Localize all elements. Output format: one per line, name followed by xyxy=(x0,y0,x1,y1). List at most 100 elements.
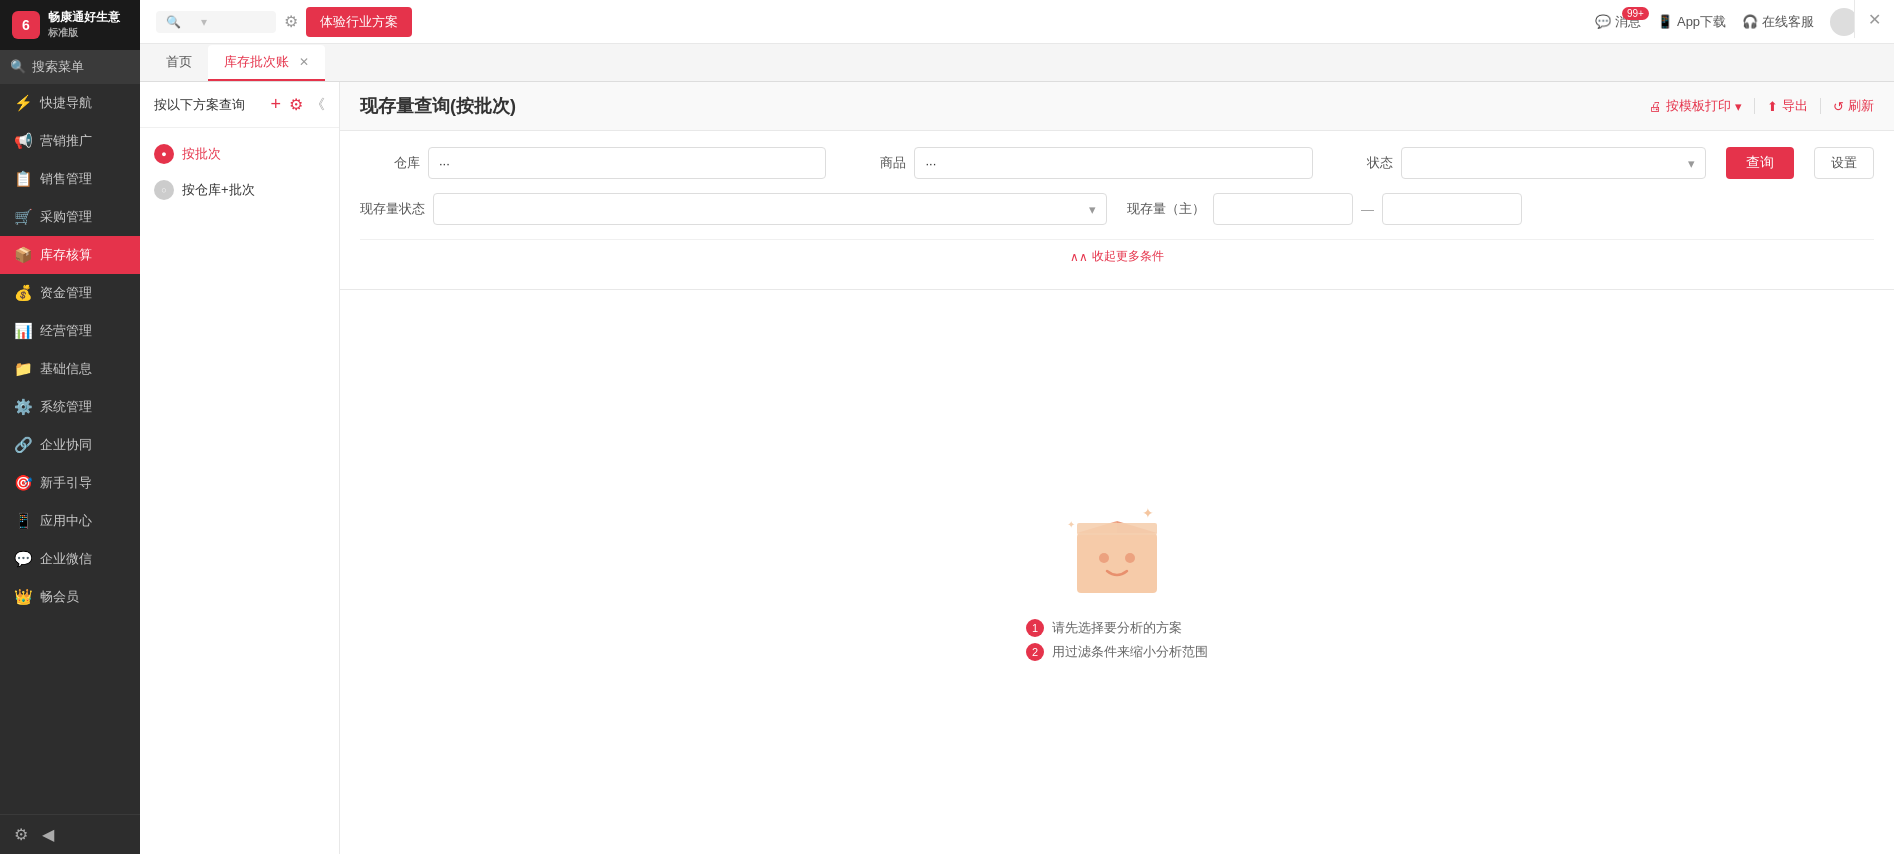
refresh-button[interactable]: ↺ 刷新 xyxy=(1833,97,1874,115)
sidebar-item-label: 库存核算 xyxy=(40,246,92,264)
scheme-panel: 按以下方案查询 + ⚙ 《 ● 按批次 ○ 按仓库+批次 xyxy=(140,82,340,854)
trial-button[interactable]: 体验行业方案 xyxy=(306,7,412,37)
app-download-label: App下载 xyxy=(1677,13,1726,31)
warehouse-dots: ··· xyxy=(439,156,450,171)
stock-status-label: 现存量状态 xyxy=(360,200,425,218)
sidebar-item-label: 系统管理 xyxy=(40,398,92,416)
online-service-label: 在线客服 xyxy=(1762,13,1814,31)
sidebar-item-system[interactable]: ⚙️ 系统管理 xyxy=(0,388,140,426)
sidebar-header: 6 畅康通好生意 标准版 xyxy=(0,0,140,50)
tab-batch-ledger[interactable]: 库存批次账 ✕ xyxy=(208,45,325,81)
sidebar-item-label: 基础信息 xyxy=(40,360,92,378)
export-button[interactable]: ⬆ 导出 xyxy=(1767,97,1808,115)
warehouse-input[interactable]: ··· xyxy=(428,147,826,179)
sidebar-item-purchase[interactable]: 🛒 采购管理 xyxy=(0,198,140,236)
scheme-collapse-button[interactable]: 《 xyxy=(311,96,325,114)
query-button[interactable]: 查询 xyxy=(1726,147,1794,179)
sidebar-nav: ⚡ 快捷导航 📢 营销推广 📋 销售管理 🛒 采购管理 📦 库存核算 💰 资金管… xyxy=(0,84,140,814)
warehouse-field: 仓库 ··· xyxy=(360,147,826,179)
settings-button[interactable]: 设置 xyxy=(1814,147,1874,179)
collapse-conditions-button[interactable]: ∧∧ 收起更多条件 xyxy=(360,239,1874,273)
query-area: 现存量查询(按批次) 🖨 按模板打印 ▾ ⬆ 导出 ↺ 刷 xyxy=(340,82,1894,854)
messages-button[interactable]: 💬 消息 99+ xyxy=(1595,13,1641,31)
sidebar-item-finance[interactable]: 💰 资金管理 xyxy=(0,274,140,312)
settings-icon[interactable]: ⚙ xyxy=(284,12,298,31)
sidebar-item-label: 营销推广 xyxy=(40,132,92,150)
search-icon: 🔍 xyxy=(166,15,181,29)
collapse-icon: ∧∧ xyxy=(1070,250,1088,264)
refresh-icon: ↺ xyxy=(1833,99,1844,114)
page-header: 现存量查询(按批次) 🖨 按模板打印 ▾ ⬆ 导出 ↺ 刷 xyxy=(340,82,1894,131)
search-icon: 🔍 xyxy=(10,59,26,74)
topbar: 🔍 ▾ ⚙ 体验行业方案 💬 消息 99+ 📱 App下载 🎧 在线客服 xyxy=(140,0,1894,44)
system-icon: ⚙️ xyxy=(14,398,32,416)
step1-num: 1 xyxy=(1026,619,1044,637)
messages-badge: 99+ xyxy=(1622,7,1649,20)
stock-qty-to[interactable] xyxy=(1382,193,1522,225)
message-icon: 💬 xyxy=(1595,14,1611,29)
tab-home[interactable]: 首页 xyxy=(150,45,208,81)
svg-rect-0 xyxy=(1077,533,1157,593)
status-select[interactable]: ▾ xyxy=(1401,147,1706,179)
sales-icon: 📋 xyxy=(14,170,32,188)
filter-row-1: 仓库 ··· 商品 ··· 状态 xyxy=(360,147,1874,179)
scheme-item-by-batch[interactable]: ● 按批次 xyxy=(140,136,339,172)
panel-close-button[interactable]: ✕ xyxy=(1854,0,1894,38)
sidebar-item-operations[interactable]: 📊 经营管理 xyxy=(0,312,140,350)
print-template-label: 按模板打印 xyxy=(1666,97,1731,115)
product-input[interactable]: ··· xyxy=(914,147,1312,179)
empty-state: ✦ ✦ 1 请先选择要分析的方案 2 用过滤条件来缩小分析范围 xyxy=(340,290,1894,854)
collapse-sidebar-button[interactable]: ◀ xyxy=(42,825,54,844)
divider2 xyxy=(1820,98,1821,114)
print-template-button[interactable]: 🖨 按模板打印 ▾ xyxy=(1649,97,1742,115)
topbar-search-box[interactable]: 🔍 ▾ xyxy=(156,11,276,33)
scheme-item-by-warehouse-batch[interactable]: ○ 按仓库+批次 xyxy=(140,172,339,208)
settings-button[interactable]: ⚙ xyxy=(14,825,28,844)
stock-status-select[interactable]: ▾ xyxy=(433,193,1107,225)
stock-qty-field: 现存量（主） — xyxy=(1127,193,1874,225)
add-scheme-button[interactable]: + xyxy=(270,94,281,115)
content-area: 按以下方案查询 + ⚙ 《 ● 按批次 ○ 按仓库+批次 xyxy=(140,82,1894,854)
sidebar-item-apps[interactable]: 📱 应用中心 xyxy=(0,502,140,540)
apps-icon: 📱 xyxy=(14,512,32,530)
quick-nav-icon: ⚡ xyxy=(14,94,32,112)
sidebar-item-basics[interactable]: 📁 基础信息 xyxy=(0,350,140,388)
sidebar-item-member[interactable]: 👑 畅会员 xyxy=(0,578,140,616)
scheme-header-actions: + ⚙ 《 xyxy=(270,94,325,115)
sidebar-item-sales[interactable]: 📋 销售管理 xyxy=(0,160,140,198)
inventory-icon: 📦 xyxy=(14,246,32,264)
warehouse-label: 仓库 xyxy=(360,154,420,172)
product-label: 商品 xyxy=(846,154,906,172)
sidebar-search[interactable]: 🔍 搜索菜单 xyxy=(0,50,140,84)
sidebar-item-enterprise[interactable]: 🔗 企业协同 xyxy=(0,426,140,464)
tab-home-label: 首页 xyxy=(166,54,192,69)
filter-row-2: 现存量状态 ▾ 现存量（主） — xyxy=(360,193,1874,225)
scheme-header-title: 按以下方案查询 xyxy=(154,96,245,114)
headset-icon: 🎧 xyxy=(1742,14,1758,29)
finance-icon: 💰 xyxy=(14,284,32,302)
svg-point-3 xyxy=(1125,553,1135,563)
sidebar-item-newbie[interactable]: 🎯 新手引导 xyxy=(0,464,140,502)
step2-text: 用过滤条件来缩小分析范围 xyxy=(1052,643,1208,661)
status-dropdown-icon: ▾ xyxy=(1688,156,1695,171)
step1-text: 请先选择要分析的方案 xyxy=(1052,619,1182,637)
sidebar-item-label: 企业协同 xyxy=(40,436,92,454)
svg-point-2 xyxy=(1099,553,1109,563)
sidebar-item-quick-nav[interactable]: ⚡ 快捷导航 xyxy=(0,84,140,122)
stock-qty-from[interactable] xyxy=(1213,193,1353,225)
scheme-list: ● 按批次 ○ 按仓库+批次 xyxy=(140,128,339,216)
stock-status-field: 现存量状态 ▾ xyxy=(360,193,1107,225)
online-service-button[interactable]: 🎧 在线客服 xyxy=(1742,13,1814,31)
refresh-label: 刷新 xyxy=(1848,97,1874,115)
wechat-icon: 💬 xyxy=(14,550,32,568)
sidebar-item-wechat[interactable]: 💬 企业微信 xyxy=(0,540,140,578)
scheme-settings-button[interactable]: ⚙ xyxy=(289,95,303,114)
tab-close-button[interactable]: ✕ xyxy=(299,55,309,69)
empty-svg: ✦ ✦ xyxy=(1057,483,1177,603)
sidebar-item-inventory[interactable]: 📦 库存核算 xyxy=(0,236,140,274)
app-download-button[interactable]: 📱 App下载 xyxy=(1657,13,1726,31)
sidebar-item-label: 应用中心 xyxy=(40,512,92,530)
newbie-icon: 🎯 xyxy=(14,474,32,492)
purchase-icon: 🛒 xyxy=(14,208,32,226)
sidebar-item-marketing[interactable]: 📢 营销推广 xyxy=(0,122,140,160)
